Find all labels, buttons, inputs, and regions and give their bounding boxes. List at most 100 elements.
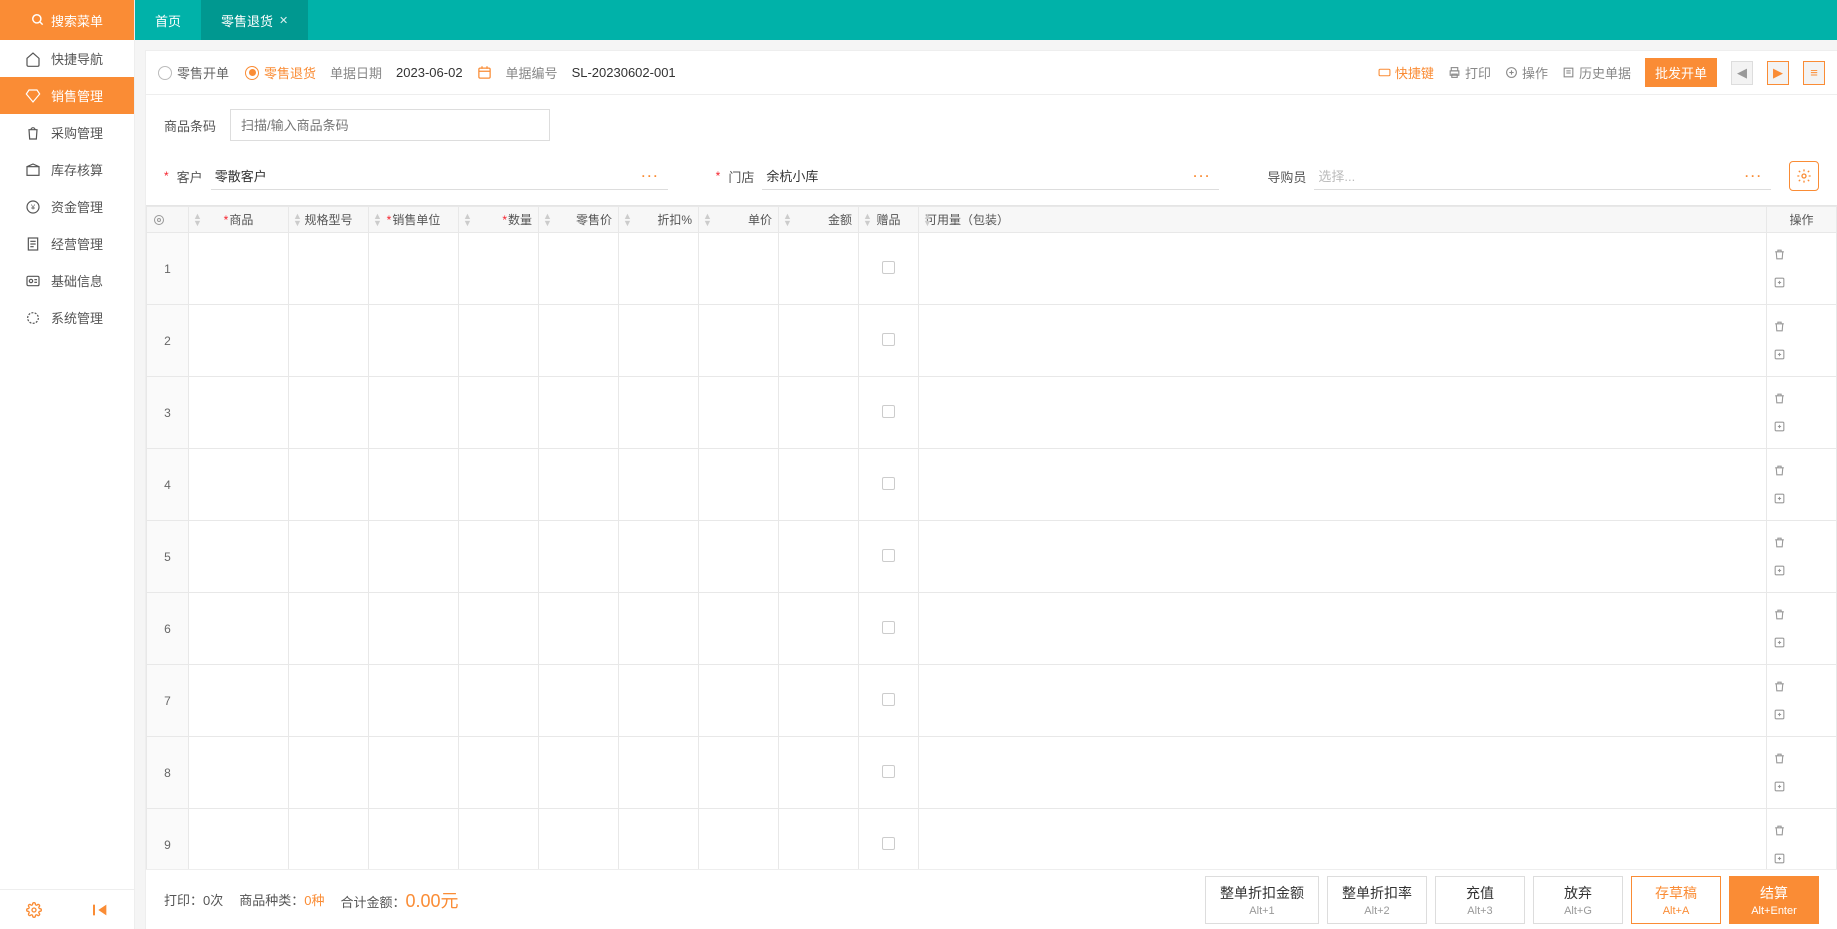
date-value[interactable]: 2023-06-02	[396, 65, 463, 80]
sort-icon: ▲▼	[293, 213, 302, 227]
store-field[interactable]: 余杭小库 ···	[762, 162, 1219, 190]
column-settings-button[interactable]	[1789, 161, 1819, 191]
col-retail-price[interactable]: ▲▼零售价	[539, 207, 619, 233]
add-row-icon[interactable]	[1773, 348, 1830, 361]
table-row[interactable]: 5	[147, 521, 1837, 593]
ellipsis-icon[interactable]: ···	[1741, 169, 1767, 183]
close-icon[interactable]: ✕	[279, 14, 288, 27]
add-row-icon[interactable]	[1773, 492, 1830, 505]
table-row[interactable]: 3	[147, 377, 1837, 449]
table-row[interactable]: 4	[147, 449, 1837, 521]
history-link[interactable]: 历史单据	[1562, 63, 1631, 82]
delete-icon[interactable]	[1773, 680, 1830, 693]
shortcut-link[interactable]: 快捷键	[1378, 63, 1434, 82]
delete-icon[interactable]	[1773, 824, 1830, 837]
more-button[interactable]: ≡	[1803, 61, 1825, 85]
discount-amount-button[interactable]: 整单折扣金额Alt+1	[1205, 876, 1319, 924]
barcode-input[interactable]	[230, 109, 550, 141]
settle-button[interactable]: 结算Alt+Enter	[1729, 876, 1819, 924]
sidebar-item-label: 快捷导航	[51, 49, 103, 68]
col-gift[interactable]: ▲▼赠品	[859, 207, 919, 233]
tab-1[interactable]: 零售退货✕	[201, 0, 308, 40]
col-available[interactable]: ▲▼可用量（包装）	[919, 207, 1767, 233]
recharge-button[interactable]: 充值Alt+3	[1435, 876, 1525, 924]
sidebar-item-2[interactable]: 采购管理	[0, 114, 134, 151]
col-unit-price[interactable]: ▲▼单价	[699, 207, 779, 233]
gift-checkbox[interactable]	[882, 261, 895, 274]
table-row[interactable]: 8	[147, 737, 1837, 809]
gift-checkbox[interactable]	[882, 621, 895, 634]
table-row[interactable]: 6	[147, 593, 1837, 665]
total-info: 合计金额：0.00元	[341, 887, 459, 913]
col-unit[interactable]: ▲▼*销售单位	[369, 207, 459, 233]
delete-icon[interactable]	[1773, 464, 1830, 477]
sidebar-item-0[interactable]: 快捷导航	[0, 40, 134, 77]
customer-label: 客户	[177, 167, 203, 186]
sidebar-item-5[interactable]: 经营管理	[0, 225, 134, 262]
gift-checkbox[interactable]	[882, 549, 895, 562]
add-row-icon[interactable]	[1773, 852, 1830, 865]
sidebar-item-1[interactable]: 销售管理	[0, 77, 134, 114]
abandon-button[interactable]: 放弃Alt+G	[1533, 876, 1623, 924]
collapse-icon[interactable]	[93, 903, 109, 917]
calendar-icon[interactable]	[477, 65, 492, 80]
next-arrow-button[interactable]: ▶	[1767, 61, 1789, 85]
sidebar-item-7[interactable]: 系统管理	[0, 299, 134, 336]
store-value: 余杭小库	[766, 166, 818, 185]
sidebar-item-label: 销售管理	[51, 86, 103, 105]
add-row-icon[interactable]	[1773, 420, 1830, 433]
settings-icon[interactable]	[26, 902, 42, 918]
col-qty[interactable]: ▲▼*数量	[459, 207, 539, 233]
add-row-icon[interactable]	[1773, 636, 1830, 649]
search-menu-button[interactable]: 搜索菜单	[0, 0, 134, 40]
col-amount[interactable]: ▲▼金额	[779, 207, 859, 233]
col-product[interactable]: ▲▼*商品	[189, 207, 289, 233]
batch-order-button[interactable]: 批发开单	[1645, 58, 1717, 87]
gift-checkbox[interactable]	[882, 837, 895, 850]
add-row-icon[interactable]	[1773, 564, 1830, 577]
guide-field[interactable]: 选择... ···	[1314, 162, 1771, 190]
radio-retail-return[interactable]: 零售退货	[245, 63, 316, 82]
discount-rate-button[interactable]: 整单折扣率Alt+2	[1327, 876, 1427, 924]
sort-icon: ▲▼	[623, 213, 632, 227]
add-row-icon[interactable]	[1773, 276, 1830, 289]
add-row-icon[interactable]	[1773, 708, 1830, 721]
gift-checkbox[interactable]	[882, 693, 895, 706]
radio-retail-sale[interactable]: 零售开单	[158, 63, 229, 82]
ellipsis-icon[interactable]: ···	[1189, 169, 1215, 183]
gift-checkbox[interactable]	[882, 765, 895, 778]
money-icon: ¥	[25, 199, 41, 215]
customer-field[interactable]: 零散客户 ···	[211, 162, 668, 190]
sidebar-item-6[interactable]: 基础信息	[0, 262, 134, 299]
delete-icon[interactable]	[1773, 392, 1830, 405]
delete-icon[interactable]	[1773, 536, 1830, 549]
table-row[interactable]: 9	[147, 809, 1837, 870]
sidebar-item-3[interactable]: 库存核算	[0, 151, 134, 188]
sidebar-item-label: 基础信息	[51, 271, 103, 290]
delete-icon[interactable]	[1773, 248, 1830, 261]
add-row-icon[interactable]	[1773, 780, 1830, 793]
table-row[interactable]: 1	[147, 233, 1837, 305]
delete-icon[interactable]	[1773, 752, 1830, 765]
tab-0[interactable]: 首页	[135, 0, 201, 40]
sidebar-item-label: 库存核算	[51, 160, 103, 179]
col-spec[interactable]: ▲▼规格型号	[289, 207, 369, 233]
save-draft-button[interactable]: 存草稿Alt+A	[1631, 876, 1721, 924]
prev-arrow-button[interactable]: ◀	[1731, 61, 1753, 85]
sidebar-item-4[interactable]: ¥资金管理	[0, 188, 134, 225]
col-gear[interactable]	[147, 207, 189, 233]
operate-link[interactable]: 操作	[1505, 63, 1548, 82]
footer-bar: 打印：0次 商品种类：0种 合计金额：0.00元 整单折扣金额Alt+1 整单折…	[146, 869, 1837, 929]
print-link[interactable]: 打印	[1448, 63, 1491, 82]
table-row[interactable]: 2	[147, 305, 1837, 377]
table-row[interactable]: 7	[147, 665, 1837, 737]
delete-icon[interactable]	[1773, 608, 1830, 621]
gift-checkbox[interactable]	[882, 333, 895, 346]
gift-checkbox[interactable]	[882, 405, 895, 418]
gift-checkbox[interactable]	[882, 477, 895, 490]
ellipsis-icon[interactable]: ···	[638, 169, 664, 183]
items-grid: ▲▼*商品 ▲▼规格型号 ▲▼*销售单位 ▲▼*数量 ▲▼零售价 ▲▼折扣% ▲…	[146, 206, 1837, 869]
col-discount-pct[interactable]: ▲▼折扣%	[619, 207, 699, 233]
svg-text:¥: ¥	[31, 202, 36, 211]
delete-icon[interactable]	[1773, 320, 1830, 333]
